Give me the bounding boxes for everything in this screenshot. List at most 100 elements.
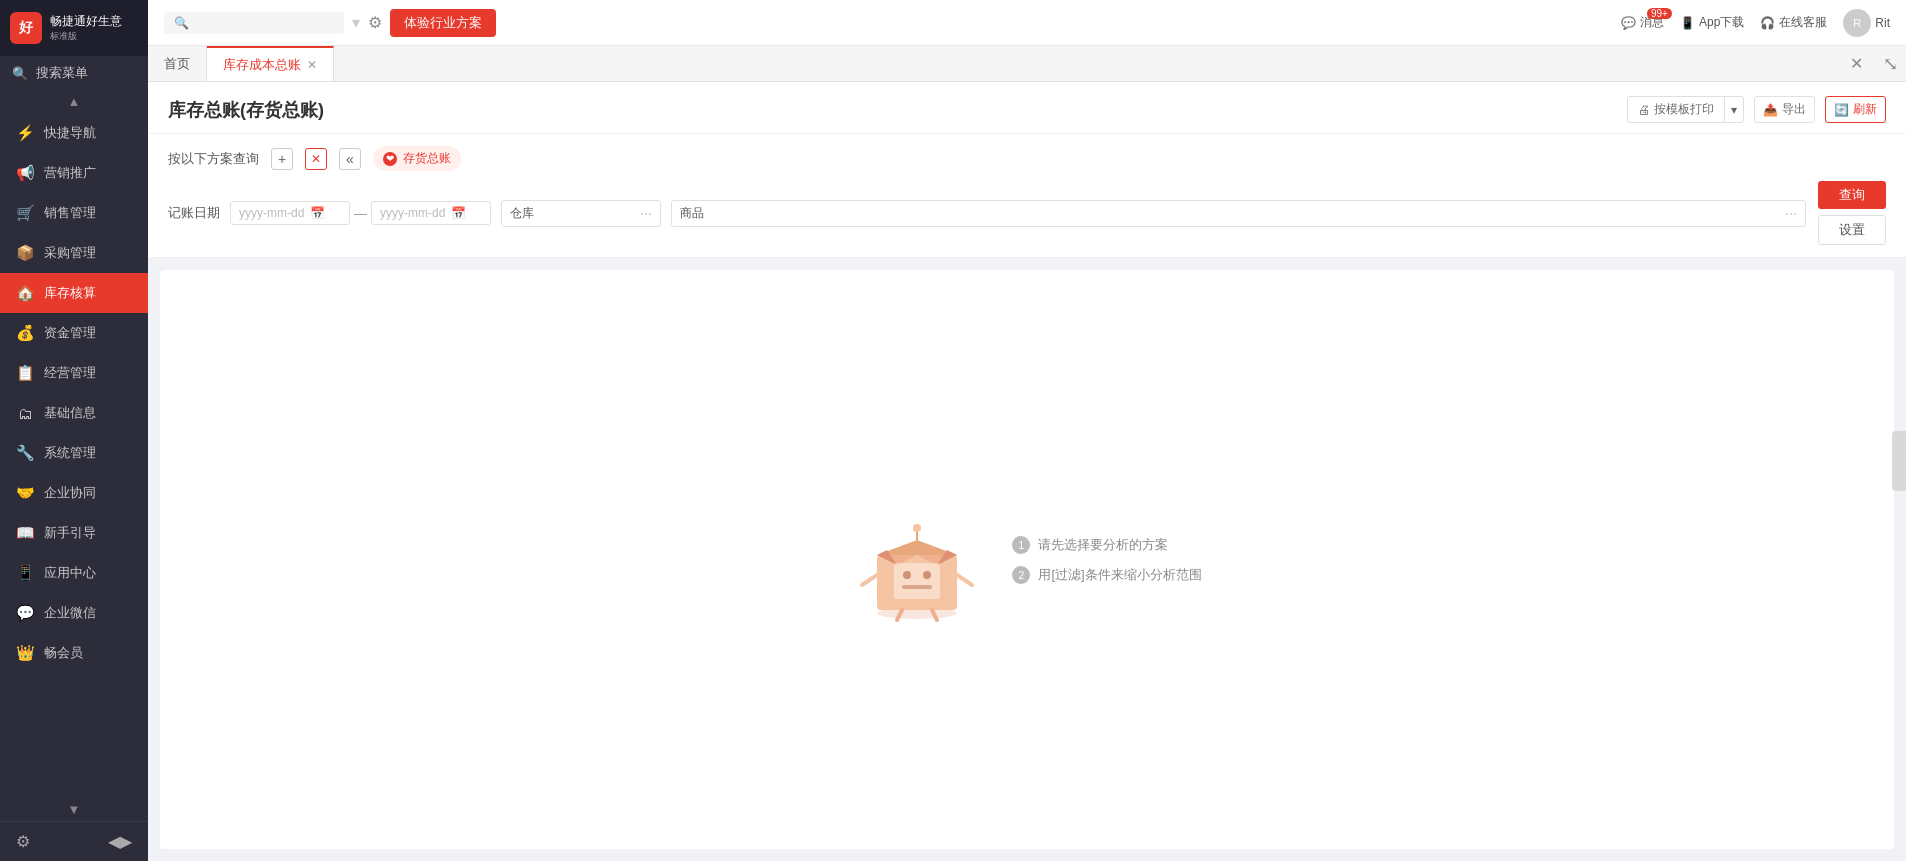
query-btn[interactable]: 查询 — [1818, 181, 1886, 209]
page-title: 库存总账(存货总账) — [168, 98, 324, 122]
print-dropdown-arrow[interactable]: ▾ — [1725, 99, 1743, 121]
product-label: 商品 — [680, 205, 704, 222]
sidebar-item-inventory[interactable]: 🏠 库存核算 — [0, 273, 148, 313]
message-btn[interactable]: 💬 消息 99+ — [1621, 14, 1664, 31]
print-btn[interactable]: 🖨 按模板打印 — [1628, 97, 1725, 122]
collapse-icon[interactable]: ◀▶ — [108, 832, 132, 851]
sidebar-item-purchase[interactable]: 📦 采购管理 — [0, 233, 148, 273]
scheme-name: 存货总账 — [403, 150, 451, 167]
filter-area: 按以下方案查询 + ✕ « ❤ 存货总账 记账日期 yyyy-mm-dd 📅 — [148, 134, 1906, 258]
svg-point-3 — [903, 571, 911, 579]
close-all-tabs-btn[interactable]: ✕ — [1838, 54, 1875, 73]
export-btn[interactable]: 📤 导出 — [1754, 96, 1815, 123]
tab-inventory-cost-label: 库存成本总账 — [223, 56, 301, 74]
empty-state: 1 请先选择要分析的方案 2 用[过滤]条件来缩小分析范围 — [160, 270, 1894, 849]
inventory-icon: 🏠 — [16, 284, 34, 302]
scroll-down-btn[interactable]: ▼ — [0, 798, 148, 821]
date-end-input[interactable]: yyyy-mm-dd 📅 — [371, 201, 491, 225]
collapse-filter-btn[interactable]: « — [339, 148, 361, 170]
sidebar-search[interactable]: 🔍 搜索菜单 — [0, 56, 148, 90]
sidebar-item-label: 经营管理 — [44, 364, 96, 382]
content-area: 库存总账(存货总账) 🖨 按模板打印 ▾ 📤 导出 🔄 刷新 — [148, 82, 1906, 861]
basic-info-icon: 🗂 — [16, 405, 34, 422]
date-start-input[interactable]: yyyy-mm-dd 📅 — [230, 201, 350, 225]
tab-home[interactable]: 首页 — [148, 46, 207, 81]
wechat-icon: 💬 — [16, 604, 34, 622]
membership-icon: 👑 — [16, 644, 34, 662]
online-support-label: 在线客服 — [1779, 14, 1827, 31]
svg-point-7 — [913, 524, 921, 532]
chevron-down-icon[interactable]: ▾ — [352, 13, 360, 32]
settings-icon[interactable]: ⚙ — [16, 832, 30, 851]
sidebar-item-label: 销售管理 — [44, 204, 96, 222]
online-support-btn[interactable]: 🎧 在线客服 — [1760, 14, 1827, 31]
sidebar: 好 畅捷通好生意 标准版 🔍 搜索菜单 ▲ ⚡ 快捷导航 📢 营销推广 🛒 销售… — [0, 0, 148, 861]
date-separator: — — [354, 206, 367, 221]
sidebar-item-quick-nav[interactable]: ⚡ 快捷导航 — [0, 113, 148, 153]
main-area: 🔍 ▾ ⚙ 体验行业方案 💬 消息 99+ 📱 App下载 🎧 在线客服 R R… — [148, 0, 1906, 861]
search-icon: 🔍 — [12, 66, 28, 81]
right-panel-indicator[interactable] — [1892, 431, 1906, 491]
sidebar-item-wechat[interactable]: 💬 企业微信 — [0, 593, 148, 633]
sidebar-item-app-center[interactable]: 📱 应用中心 — [0, 553, 148, 593]
sidebar-item-membership[interactable]: 👑 畅会员 — [0, 633, 148, 673]
add-filter-btn[interactable]: + — [271, 148, 293, 170]
avatar: R — [1843, 9, 1871, 37]
user-area[interactable]: R Rit — [1843, 9, 1890, 37]
sidebar-item-marketing[interactable]: 📢 营销推广 — [0, 153, 148, 193]
warehouse-select[interactable]: 仓库 ··· — [501, 200, 661, 227]
page-actions: 🖨 按模板打印 ▾ 📤 导出 🔄 刷新 — [1627, 96, 1886, 123]
svg-line-9 — [957, 575, 972, 585]
sidebar-item-operations[interactable]: 📋 经营管理 — [0, 353, 148, 393]
delete-filter-btn[interactable]: ✕ — [305, 148, 327, 170]
calendar-end-icon[interactable]: 📅 — [451, 206, 466, 220]
warehouse-label: 仓库 — [510, 205, 534, 222]
sidebar-item-newbie[interactable]: 📖 新手引导 — [0, 513, 148, 553]
sales-icon: 🛒 — [16, 204, 34, 222]
sidebar-item-basic-info[interactable]: 🗂 基础信息 — [0, 393, 148, 433]
sidebar-item-sales[interactable]: 🛒 销售管理 — [0, 193, 148, 233]
finance-icon: 💰 — [16, 324, 34, 342]
date-label: 记账日期 — [168, 204, 220, 222]
tab-inventory-cost[interactable]: 库存成本总账 ✕ — [207, 46, 334, 81]
sidebar-item-label: 企业微信 — [44, 604, 96, 622]
message-icon: 💬 — [1621, 16, 1636, 30]
refresh-btn[interactable]: 🔄 刷新 — [1825, 96, 1886, 123]
product-dots-icon: ··· — [1785, 205, 1797, 221]
scroll-up-btn[interactable]: ▲ — [0, 90, 148, 113]
operations-icon: 📋 — [16, 364, 34, 382]
sidebar-item-cooperation[interactable]: 🤝 企业协同 — [0, 473, 148, 513]
newbie-icon: 📖 — [16, 524, 34, 542]
calendar-start-icon[interactable]: 📅 — [310, 206, 325, 220]
expand-icon[interactable]: ⤡ — [1875, 53, 1906, 75]
svg-rect-5 — [902, 585, 932, 589]
industry-btn[interactable]: 体验行业方案 — [390, 9, 496, 37]
settings-btn[interactable]: 设置 — [1818, 215, 1886, 245]
topbar-right: 💬 消息 99+ 📱 App下载 🎧 在线客服 R Rit — [1621, 9, 1890, 37]
empty-tips: 1 请先选择要分析的方案 2 用[过滤]条件来缩小分析范围 — [1012, 536, 1201, 584]
app-name: 畅捷通好生意 — [50, 13, 122, 30]
filter-action-btns: 查询 设置 — [1818, 181, 1886, 245]
marketing-icon: 📢 — [16, 164, 34, 182]
sidebar-item-system[interactable]: 🔧 系统管理 — [0, 433, 148, 473]
sidebar-item-label: 采购管理 — [44, 244, 96, 262]
svg-rect-2 — [894, 563, 940, 599]
product-select[interactable]: 商品 ··· — [671, 200, 1806, 227]
gear-icon[interactable]: ⚙ — [368, 13, 382, 32]
print-btn-group: 🖨 按模板打印 ▾ — [1627, 96, 1744, 123]
app-download-btn[interactable]: 📱 App下载 — [1680, 14, 1744, 31]
date-end-placeholder: yyyy-mm-dd — [380, 206, 445, 220]
empty-tip-1: 1 请先选择要分析的方案 — [1012, 536, 1201, 554]
sidebar-item-label: 畅会员 — [44, 644, 83, 662]
svg-line-8 — [862, 575, 877, 585]
tab-home-label: 首页 — [164, 55, 190, 73]
filter-scheme-item[interactable]: ❤ 存货总账 — [373, 146, 461, 171]
filter-by-scheme-label: 按以下方案查询 — [168, 150, 259, 168]
sidebar-item-finance[interactable]: 💰 资金管理 — [0, 313, 148, 353]
export-icon: 📤 — [1763, 103, 1778, 117]
tip-text-1: 请先选择要分析的方案 — [1038, 536, 1168, 554]
sidebar-item-label: 企业协同 — [44, 484, 96, 502]
topbar-search-box[interactable]: 🔍 — [164, 12, 344, 34]
sidebar-item-label: 基础信息 — [44, 404, 96, 422]
tab-close-btn[interactable]: ✕ — [307, 58, 317, 72]
